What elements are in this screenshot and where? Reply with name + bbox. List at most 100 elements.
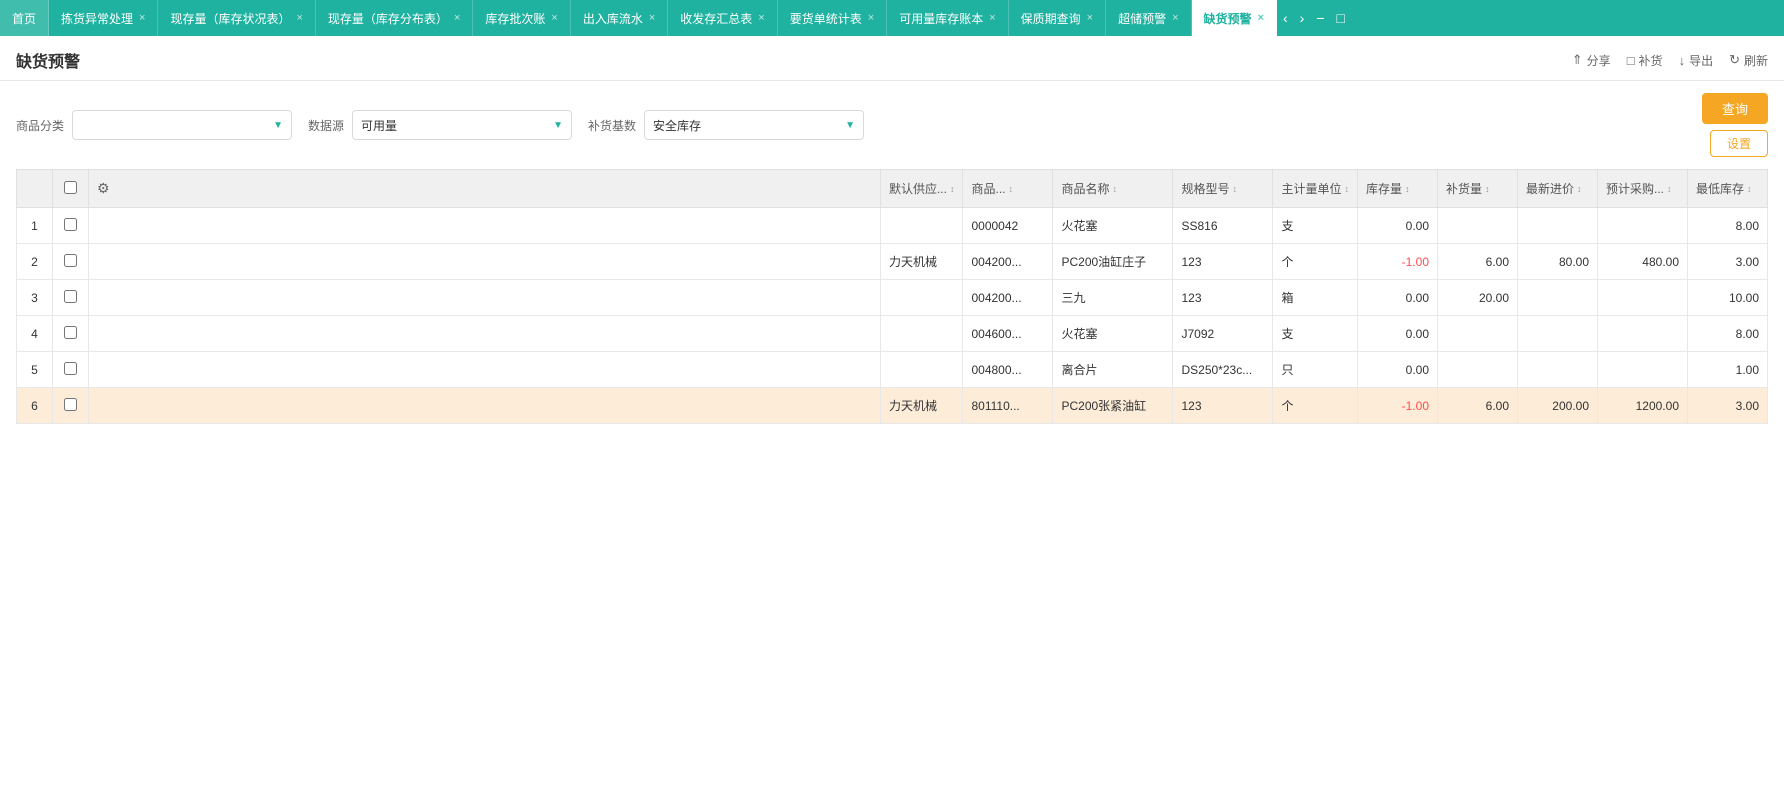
th-minstock[interactable]: 最低库存 ↕ (1688, 170, 1768, 208)
table-row: 5 004800... 离合片 DS250*23c... 只 0.00 1.00 (17, 352, 1768, 388)
tab-minimize[interactable]: − (1310, 0, 1330, 36)
tab-home[interactable]: 首页 (0, 0, 49, 36)
tab-shortage-warning[interactable]: 缺货预警 × (1192, 0, 1277, 36)
cell-minstock-1: 3.00 (1688, 244, 1768, 280)
tab-maximize[interactable]: □ (1331, 0, 1351, 36)
tab-inventory-dist[interactable]: 现存量（库存分布表） × (316, 0, 473, 36)
cell-checkbox-4[interactable] (53, 352, 89, 388)
cell-settings-5 (89, 388, 881, 424)
cell-checkbox-5[interactable] (53, 388, 89, 424)
query-button[interactable]: 查询 (1702, 93, 1768, 124)
th-price[interactable]: 最新进价 ↕ (1518, 170, 1598, 208)
tab-close-shortage-warning[interactable]: × (1258, 12, 1264, 24)
cell-supplier-4 (880, 352, 963, 388)
sort-stock-icon: ↕ (1405, 184, 1410, 194)
th-spec[interactable]: 规格型号 ↕ (1173, 170, 1273, 208)
datasource-select[interactable]: 可用量 ▼ (352, 110, 572, 140)
category-filter-group: 商品分类 ▼ (16, 110, 292, 140)
th-code[interactable]: 商品... ↕ (963, 170, 1053, 208)
row-checkbox-5[interactable] (64, 398, 77, 411)
cell-price-0 (1518, 208, 1598, 244)
settings-gear-icon[interactable]: ⚙ (97, 180, 110, 196)
tab-close-inout-flow[interactable]: × (649, 12, 655, 24)
tab-overstock-warning[interactable]: 超储预警 × (1106, 0, 1191, 36)
settings-button[interactable]: 设置 (1710, 130, 1768, 157)
row-checkbox-3[interactable] (64, 326, 77, 339)
cell-spec-0: SS816 (1173, 208, 1273, 244)
th-stock[interactable]: 库存量 ↕ (1358, 170, 1438, 208)
cell-code-5: 801110... (963, 388, 1053, 424)
tab-nav-prev[interactable]: ‹ (1277, 0, 1294, 36)
cell-index-5: 6 (17, 388, 53, 424)
th-estimate[interactable]: 预计采购... ↕ (1598, 170, 1688, 208)
cell-checkbox-1[interactable] (53, 244, 89, 280)
th-unit[interactable]: 主计量单位 ↕ (1273, 170, 1358, 208)
cell-replenish-2: 20.00 (1438, 280, 1518, 316)
cell-settings-2 (89, 280, 881, 316)
tab-picking-exception[interactable]: 拣货异常处理 × (49, 0, 158, 36)
category-select[interactable]: ▼ (72, 110, 292, 140)
cell-spec-5: 123 (1173, 388, 1273, 424)
tab-close-inventory-status[interactable]: × (296, 12, 302, 24)
cell-estimate-4 (1598, 352, 1688, 388)
th-supplier[interactable]: 默认供应... ↕ (880, 170, 963, 208)
tab-close-picking-exception[interactable]: × (139, 12, 145, 24)
tab-nav-next[interactable]: › (1294, 0, 1311, 36)
page-title: 缺货预警 (16, 48, 80, 72)
tab-inout-flow[interactable]: 出入库流水 × (571, 0, 668, 36)
cell-supplier-5: 力天机械 (880, 388, 963, 424)
tab-inventory-status[interactable]: 现存量（库存状况表） × (158, 0, 315, 36)
row-checkbox-0[interactable] (64, 218, 77, 231)
cell-stock-3: 0.00 (1358, 316, 1438, 352)
cell-stock-4: 0.00 (1358, 352, 1438, 388)
cell-price-4 (1518, 352, 1598, 388)
cell-code-2: 004200... (963, 280, 1053, 316)
tab-close-expiry-query[interactable]: × (1087, 12, 1093, 24)
cell-replenish-3 (1438, 316, 1518, 352)
tab-available-ledger[interactable]: 可用量库存账本 × (887, 0, 1008, 36)
row-checkbox-4[interactable] (64, 362, 77, 375)
replenish-action[interactable]: □ 补货 (1627, 52, 1663, 69)
cell-price-3 (1518, 316, 1598, 352)
export-action[interactable]: ↓ 导出 (1679, 52, 1714, 69)
row-checkbox-1[interactable] (64, 254, 77, 267)
page-container: 缺货预警 ⇑ 分享 □ 补货 ↓ 导出 ↻ 刷新 商品分类 (0, 36, 1784, 796)
tab-close-receipt-summary[interactable]: × (758, 12, 764, 24)
cell-spec-2: 123 (1173, 280, 1273, 316)
cell-checkbox-0[interactable] (53, 208, 89, 244)
tab-receipt-summary[interactable]: 收发存汇总表 × (668, 0, 777, 36)
tab-batch-account[interactable]: 库存批次账 × (473, 0, 570, 36)
th-index (17, 170, 53, 208)
refresh-icon: ↻ (1729, 52, 1740, 68)
sort-estimate-icon: ↕ (1667, 184, 1672, 194)
tab-close-available-ledger[interactable]: × (989, 12, 995, 24)
cell-estimate-1: 480.00 (1598, 244, 1688, 280)
th-name[interactable]: 商品名称 ↕ (1053, 170, 1173, 208)
table-row: 1 0000042 火花塞 SS816 支 0.00 8.00 (17, 208, 1768, 244)
refresh-action[interactable]: ↻ 刷新 (1729, 52, 1768, 69)
cell-minstock-3: 8.00 (1688, 316, 1768, 352)
table-row: 6 力天机械 801110... PC200张紧油缸 123 个 -1.00 6… (17, 388, 1768, 424)
select-all-checkbox[interactable] (64, 181, 77, 194)
cell-unit-3: 支 (1273, 316, 1358, 352)
sort-code-icon: ↕ (1009, 184, 1014, 194)
tab-close-requisition-stats[interactable]: × (868, 12, 874, 24)
th-replenish[interactable]: 补货量 ↕ (1438, 170, 1518, 208)
replenish-select[interactable]: 安全库存 ▼ (644, 110, 864, 140)
category-label: 商品分类 (16, 117, 64, 134)
cell-index-1: 2 (17, 244, 53, 280)
table-row: 2 力天机械 004200... PC200油缸庄子 123 个 -1.00 6… (17, 244, 1768, 280)
tab-close-inventory-dist[interactable]: × (454, 12, 460, 24)
tab-close-batch-account[interactable]: × (551, 12, 557, 24)
cell-checkbox-2[interactable] (53, 280, 89, 316)
share-action[interactable]: ⇑ 分享 (1572, 52, 1611, 69)
cell-stock-1: -1.00 (1358, 244, 1438, 280)
cell-checkbox-3[interactable] (53, 316, 89, 352)
tab-close-overstock-warning[interactable]: × (1172, 12, 1178, 24)
table-body: 1 0000042 火花塞 SS816 支 0.00 8.00 2 力天机械 0… (17, 208, 1768, 424)
cell-spec-3: J7092 (1173, 316, 1273, 352)
tab-expiry-query[interactable]: 保质期查询 × (1009, 0, 1106, 36)
cell-minstock-5: 3.00 (1688, 388, 1768, 424)
row-checkbox-2[interactable] (64, 290, 77, 303)
tab-requisition-stats[interactable]: 要货单统计表 × (778, 0, 887, 36)
